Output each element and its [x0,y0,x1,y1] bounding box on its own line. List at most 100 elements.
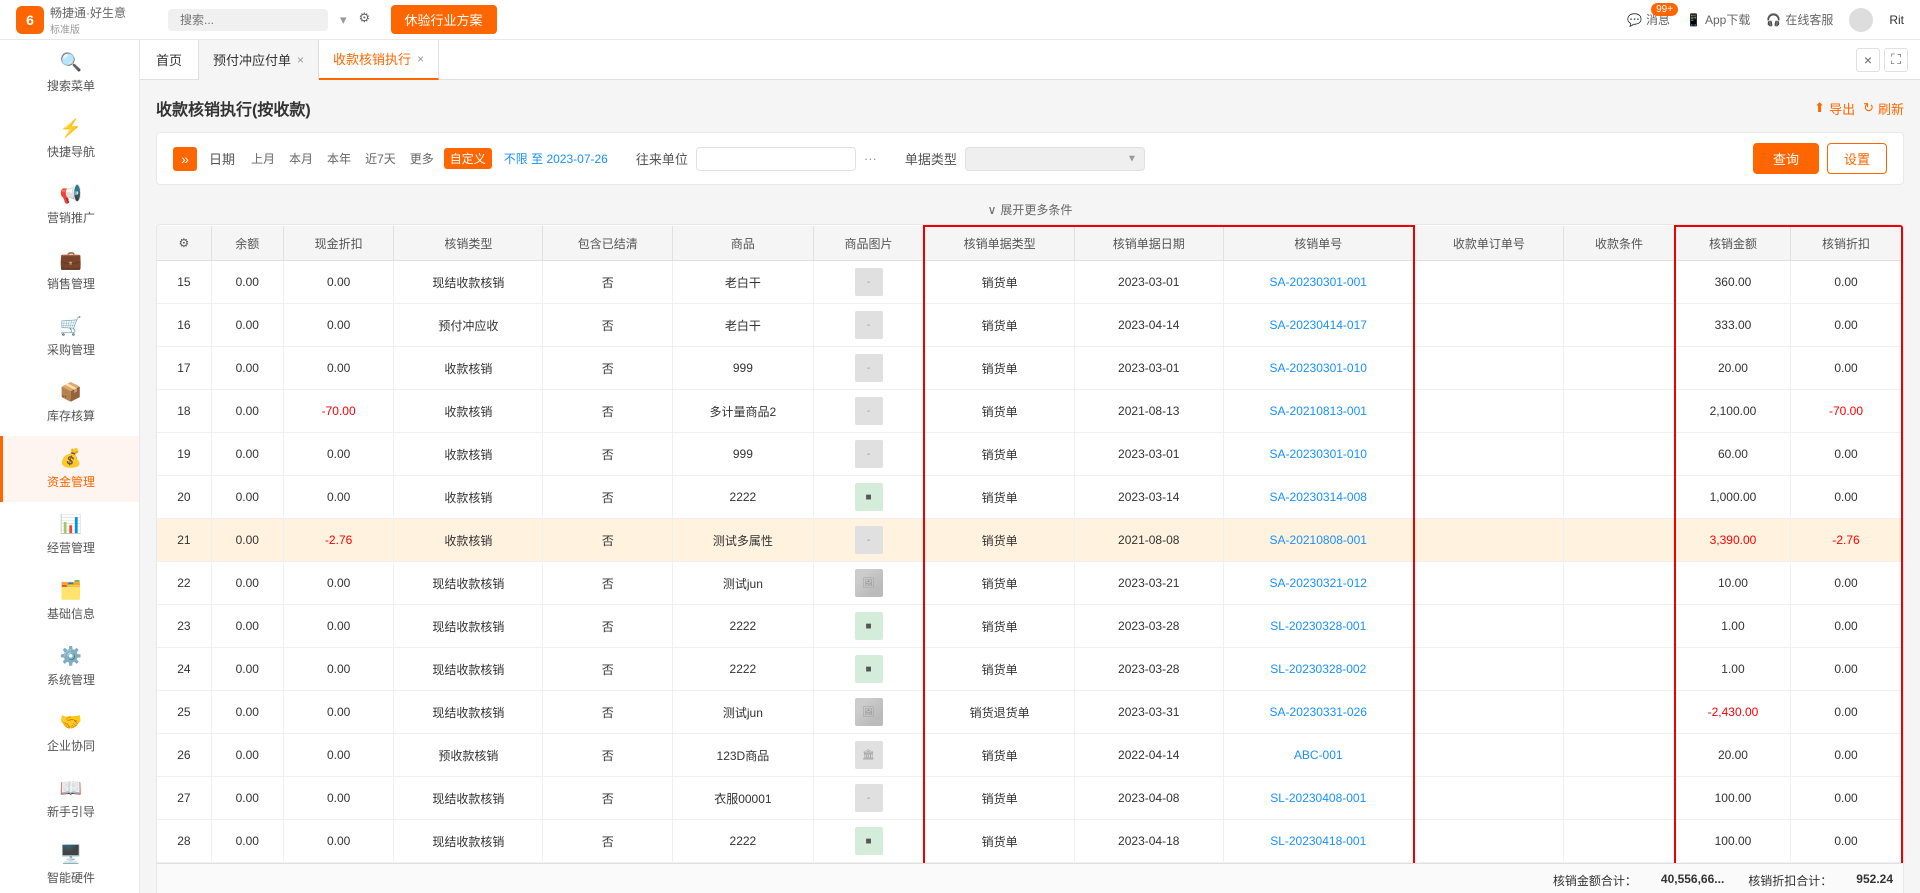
from-unit-ellipsis-icon[interactable]: ··· [864,151,877,166]
tab-prepay-close-icon[interactable]: × [297,53,304,67]
table-cell: 0.00 [283,562,394,605]
col-header-settings[interactable]: ⚙ [157,226,211,261]
query-button[interactable]: 查询 [1753,143,1819,174]
refresh-button[interactable]: ↻ 刷新 [1863,99,1904,118]
cancel-bill-no-link[interactable]: SL-20230328-002 [1270,662,1366,676]
table-cell: 2023-03-01 [1074,433,1223,476]
from-unit-input[interactable] [696,147,856,171]
table-cell [1564,820,1675,863]
sidebar-item-inventory[interactable]: 📦 库存核算 [0,370,139,436]
sidebar-item-marketing[interactable]: 📢 营销推广 [0,172,139,238]
app-download-button[interactable]: 📱 App下载 [1686,11,1750,28]
filter-toggle-button[interactable]: » [173,147,197,171]
sidebar-item-guide[interactable]: 📖 新手引导 [0,766,139,832]
avatar[interactable] [1849,8,1873,32]
table-cell: 0.00 [283,476,394,519]
dropdown-chevron-icon[interactable]: ▾ [340,12,347,28]
cancel-bill-no-cell: SA-20230301-010 [1223,347,1413,390]
table-row: 260.000.00预收款核销否123D商品🏛销货单2022-04-14ABC-… [157,734,1902,777]
sidebar-item-enterprise[interactable]: 🤝 企业协同 [0,700,139,766]
goods-img-cell: - [813,777,924,820]
settings-gear-icon[interactable]: ⚙ [359,10,379,30]
date-this-year[interactable]: 本年 [323,148,355,169]
cancel-bill-no-link[interactable]: SA-20230301-010 [1270,361,1367,375]
col-header-receipt-order-no: 收款单订单号 [1414,226,1564,261]
table-cell [1414,820,1564,863]
date-7days[interactable]: 近7天 [361,148,400,169]
cancel-bill-no-link[interactable]: SL-20230328-001 [1270,619,1366,633]
sidebar-item-operations[interactable]: 📊 经营管理 [0,502,139,568]
system-icon: ⚙️ [60,646,82,667]
table-cell: 0.00 [211,691,283,734]
tab-receipt-cancel-close-icon[interactable]: × [417,52,424,66]
table-cell [1564,734,1675,777]
table-cell: 2222 [673,476,813,519]
online-service-button[interactable]: 🎧 在线客服 [1766,11,1833,28]
messages-button[interactable]: 💬 消息 99+ [1627,11,1670,28]
goods-img-cell: ■ [813,820,924,863]
top-search-input[interactable] [168,9,328,31]
filter-bar: » 日期 上月 本月 本年 近7天 更多 自定义 不限 至 2023-07-26… [156,132,1904,185]
table-cell: 0.00 [211,347,283,390]
table-cell: 0.00 [283,820,394,863]
date-custom[interactable]: 自定义 [444,148,492,169]
sidebar-item-system[interactable]: ⚙️ 系统管理 [0,634,139,700]
tab-expand-button[interactable]: ⛶ [1884,48,1908,72]
tab-prepay[interactable]: 预付冲应付单 × [199,40,319,80]
sidebar-item-shortcut[interactable]: ⚡ 快捷导航 [0,106,139,172]
cancel-bill-no-link[interactable]: SA-20210813-001 [1270,404,1367,418]
cancel-bill-type-cell: 销货退货单 [924,691,1074,734]
tab-receipt-cancel[interactable]: 收款核销执行 × [319,40,439,80]
table-cell: 2021-08-08 [1074,519,1223,562]
col-header-cancel-amount: 核销金额 [1675,226,1791,261]
col-header-receipt-condition: 收款条件 [1564,226,1675,261]
cancel-bill-type-cell: 销货单 [924,734,1074,777]
date-more[interactable]: 更多 [406,148,438,169]
goods-img-cell: - [813,433,924,476]
table-cell: 否 [543,519,673,562]
industry-solution-button[interactable]: 休验行业方案 [391,5,497,34]
table-cell: 否 [543,734,673,777]
table-cell: 现结收款核销 [394,562,543,605]
cancel-amount-cell: 2,100.00 [1675,390,1791,433]
export-button[interactable]: ⬆ 导出 [1814,99,1855,118]
cancel-bill-no-link[interactable]: SA-20210808-001 [1270,533,1367,547]
cancel-bill-no-link[interactable]: SL-20230408-001 [1270,791,1366,805]
cancel-bill-no-link[interactable]: SA-20230314-008 [1270,490,1367,504]
cancel-bill-no-link[interactable]: SL-20230418-001 [1270,834,1366,848]
cancel-amount-cell: 20.00 [1675,347,1791,390]
col-header-goods-img: 商品图片 [813,226,924,261]
table-cell: 123D商品 [673,734,813,777]
cancel-bill-no-link[interactable]: SA-20230331-026 [1270,705,1367,719]
goods-image-thumb: ■ [855,612,883,640]
table-cell [1414,476,1564,519]
cancel-discount-cell: -70.00 [1791,390,1902,433]
date-this-month[interactable]: 本月 [285,148,317,169]
tab-close-button[interactable]: × [1856,48,1880,72]
table-cell: 25 [157,691,211,734]
cancel-bill-no-link[interactable]: SA-20230301-001 [1270,275,1367,289]
table-cell: 0.00 [211,390,283,433]
cancel-bill-type-cell: 销货单 [924,304,1074,347]
sidebar-item-sales[interactable]: 💼 销售管理 [0,238,139,304]
sidebar-item-purchase[interactable]: 🛒 采购管理 [0,304,139,370]
date-last-month[interactable]: 上月 [247,148,279,169]
sidebar-label-enterprise: 企业协同 [47,737,95,754]
table-cell [1414,519,1564,562]
expand-more-button[interactable]: ∨ 展开更多条件 [988,201,1073,218]
sidebar-item-search[interactable]: 🔍 搜索菜单 [0,40,139,106]
sidebar-item-basic-info[interactable]: 🗂️ 基础信息 [0,568,139,634]
table-cell: 2222 [673,820,813,863]
single-type-select[interactable] [965,147,1145,171]
table-row: 170.000.00收款核销否999-销货单2023-03-01SA-20230… [157,347,1902,390]
table-cell [1564,433,1675,476]
setting-button[interactable]: 设置 [1827,143,1887,174]
tab-home[interactable]: 首页 [140,40,199,80]
cancel-bill-no-link[interactable]: SA-20230301-010 [1270,447,1367,461]
page-title: 收款核销执行(按收款) [156,96,311,120]
cancel-bill-no-link[interactable]: SA-20230414-017 [1270,318,1367,332]
cancel-bill-no-link[interactable]: ABC-001 [1294,748,1343,762]
sidebar-item-finance[interactable]: 💰 资金管理 [0,436,139,502]
sidebar-item-hardware[interactable]: 🖥️ 智能硬件 [0,832,139,893]
cancel-bill-no-link[interactable]: SA-20230321-012 [1270,576,1367,590]
